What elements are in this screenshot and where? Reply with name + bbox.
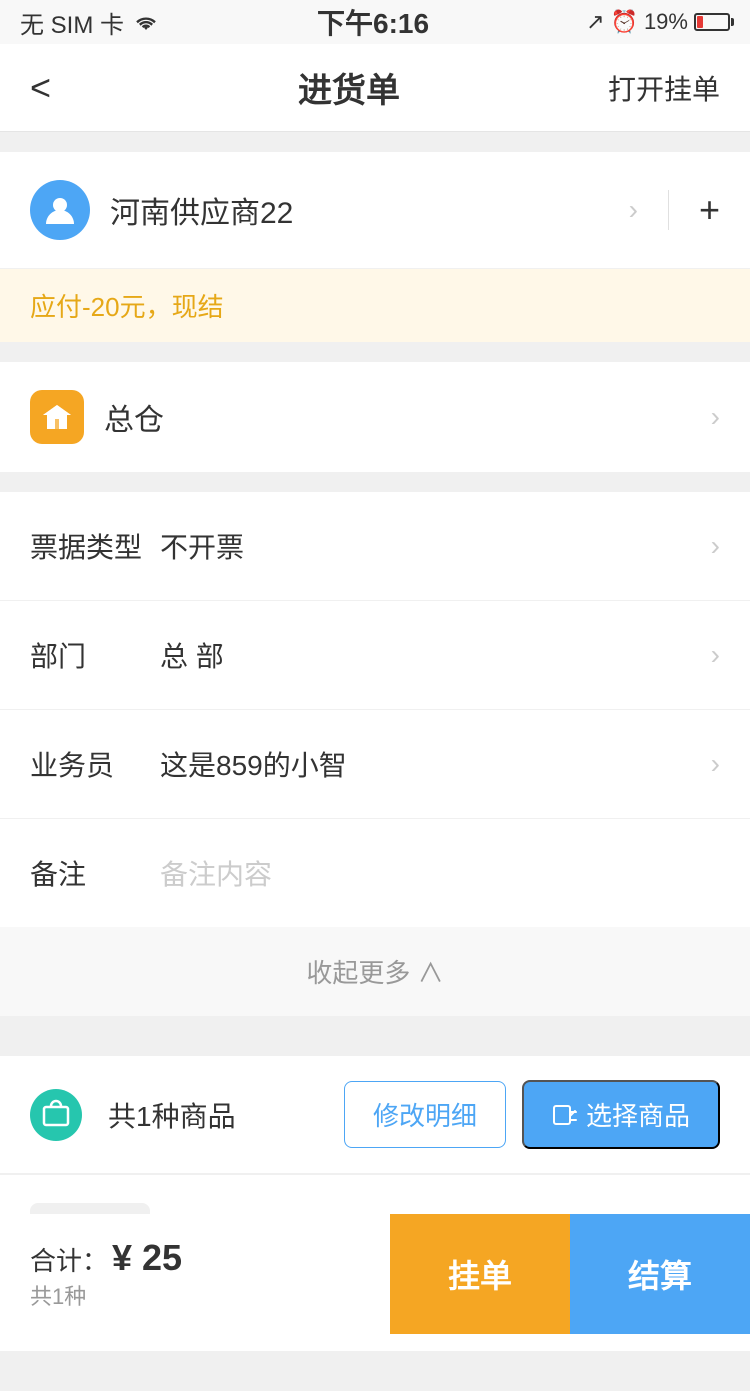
supplier-avatar bbox=[30, 180, 90, 240]
dept-value: 总 部 bbox=[160, 635, 711, 675]
warehouse-icon bbox=[30, 390, 84, 444]
battery-percent: 19% bbox=[644, 9, 688, 35]
dept-label: 部门 bbox=[30, 635, 160, 675]
staff-label: 业务员 bbox=[30, 744, 160, 784]
select-product-icon bbox=[552, 1102, 578, 1128]
cart-icon bbox=[40, 1099, 72, 1131]
invoice-label: 票据类型 bbox=[30, 526, 160, 566]
warehouse-name: 总仓 bbox=[104, 395, 711, 439]
remark-row[interactable]: 备注 备注内容 bbox=[0, 819, 750, 927]
bottom-spacer bbox=[0, 1351, 750, 1391]
supplier-row[interactable]: 河南供应商22 › + bbox=[0, 152, 750, 269]
warehouse-chevron-icon: › bbox=[711, 401, 720, 433]
product-count-text: 共1种商品 bbox=[108, 1095, 328, 1135]
total-label: 合计： bbox=[30, 1241, 108, 1278]
open-pending-button[interactable]: 打开挂单 bbox=[608, 68, 720, 108]
staff-chevron-icon: › bbox=[711, 748, 720, 780]
invoice-value: 不开票 bbox=[160, 526, 711, 566]
alarm-icon: ⏰ bbox=[611, 9, 638, 35]
staff-value: 这是859的小智 bbox=[160, 744, 711, 784]
remark-input[interactable]: 备注内容 bbox=[160, 853, 720, 893]
status-bar: 无 SIM 卡 下午6:16 ↗ ⏰ 19% bbox=[0, 0, 750, 44]
wifi-icon bbox=[132, 12, 160, 32]
supplier-section: 河南供应商22 › + 应付-20元，现结 bbox=[0, 152, 750, 342]
back-button[interactable]: < bbox=[30, 67, 90, 109]
total-sub: 共1种 bbox=[30, 1279, 360, 1311]
dept-row[interactable]: 部门 总 部 › bbox=[0, 601, 750, 710]
warehouse-section: 总仓 › bbox=[0, 362, 750, 472]
invoice-row[interactable]: 票据类型 不开票 › bbox=[0, 492, 750, 601]
supplier-name: 河南供应商22 bbox=[110, 188, 629, 232]
dept-chevron-icon: › bbox=[711, 639, 720, 671]
remark-label: 备注 bbox=[30, 853, 160, 893]
nav-bar: < 进货单 打开挂单 bbox=[0, 44, 750, 132]
product-count-icon bbox=[30, 1089, 82, 1141]
edit-detail-button[interactable]: 修改明细 bbox=[344, 1081, 506, 1148]
invoice-chevron-icon: › bbox=[711, 530, 720, 562]
house-icon bbox=[41, 401, 73, 433]
footer-total: 合计： ¥ 25 共1种 bbox=[0, 1214, 390, 1334]
battery-icon bbox=[694, 13, 730, 31]
collapse-row[interactable]: 收起更多 ∧ bbox=[0, 927, 750, 1016]
hang-button[interactable]: 挂单 bbox=[390, 1214, 570, 1334]
select-product-button[interactable]: 选择商品 bbox=[522, 1080, 720, 1149]
divider-2 bbox=[0, 1016, 750, 1036]
warning-banner: 应付-20元，现结 bbox=[0, 269, 750, 342]
total-amount: ¥ 25 bbox=[112, 1237, 182, 1279]
carrier-text: 无 SIM 卡 bbox=[20, 5, 124, 40]
page-title: 进货单 bbox=[298, 63, 400, 112]
form-section: 票据类型 不开票 › 部门 总 部 › 业务员 这是859的小智 › 备注 备注… bbox=[0, 492, 750, 927]
status-right: ↗ ⏰ 19% bbox=[586, 9, 730, 35]
products-header: 共1种商品 修改明细 选择商品 bbox=[0, 1056, 750, 1173]
location-icon: ↗ bbox=[586, 9, 604, 35]
status-time: 下午6:16 bbox=[317, 2, 429, 42]
person-icon bbox=[42, 192, 78, 228]
warehouse-row[interactable]: 总仓 › bbox=[0, 362, 750, 472]
checkout-button[interactable]: 结算 bbox=[570, 1214, 750, 1334]
supplier-chevron-icon: › bbox=[629, 194, 638, 226]
vertical-divider bbox=[668, 190, 669, 230]
footer: 合计： ¥ 25 共1种 挂单 结算 bbox=[0, 1214, 750, 1334]
select-product-label: 选择商品 bbox=[586, 1096, 690, 1133]
divider-1 bbox=[0, 132, 750, 152]
status-left: 无 SIM 卡 bbox=[20, 5, 160, 40]
add-supplier-button[interactable]: + bbox=[699, 189, 720, 231]
staff-row[interactable]: 业务员 这是859的小智 › bbox=[0, 710, 750, 819]
